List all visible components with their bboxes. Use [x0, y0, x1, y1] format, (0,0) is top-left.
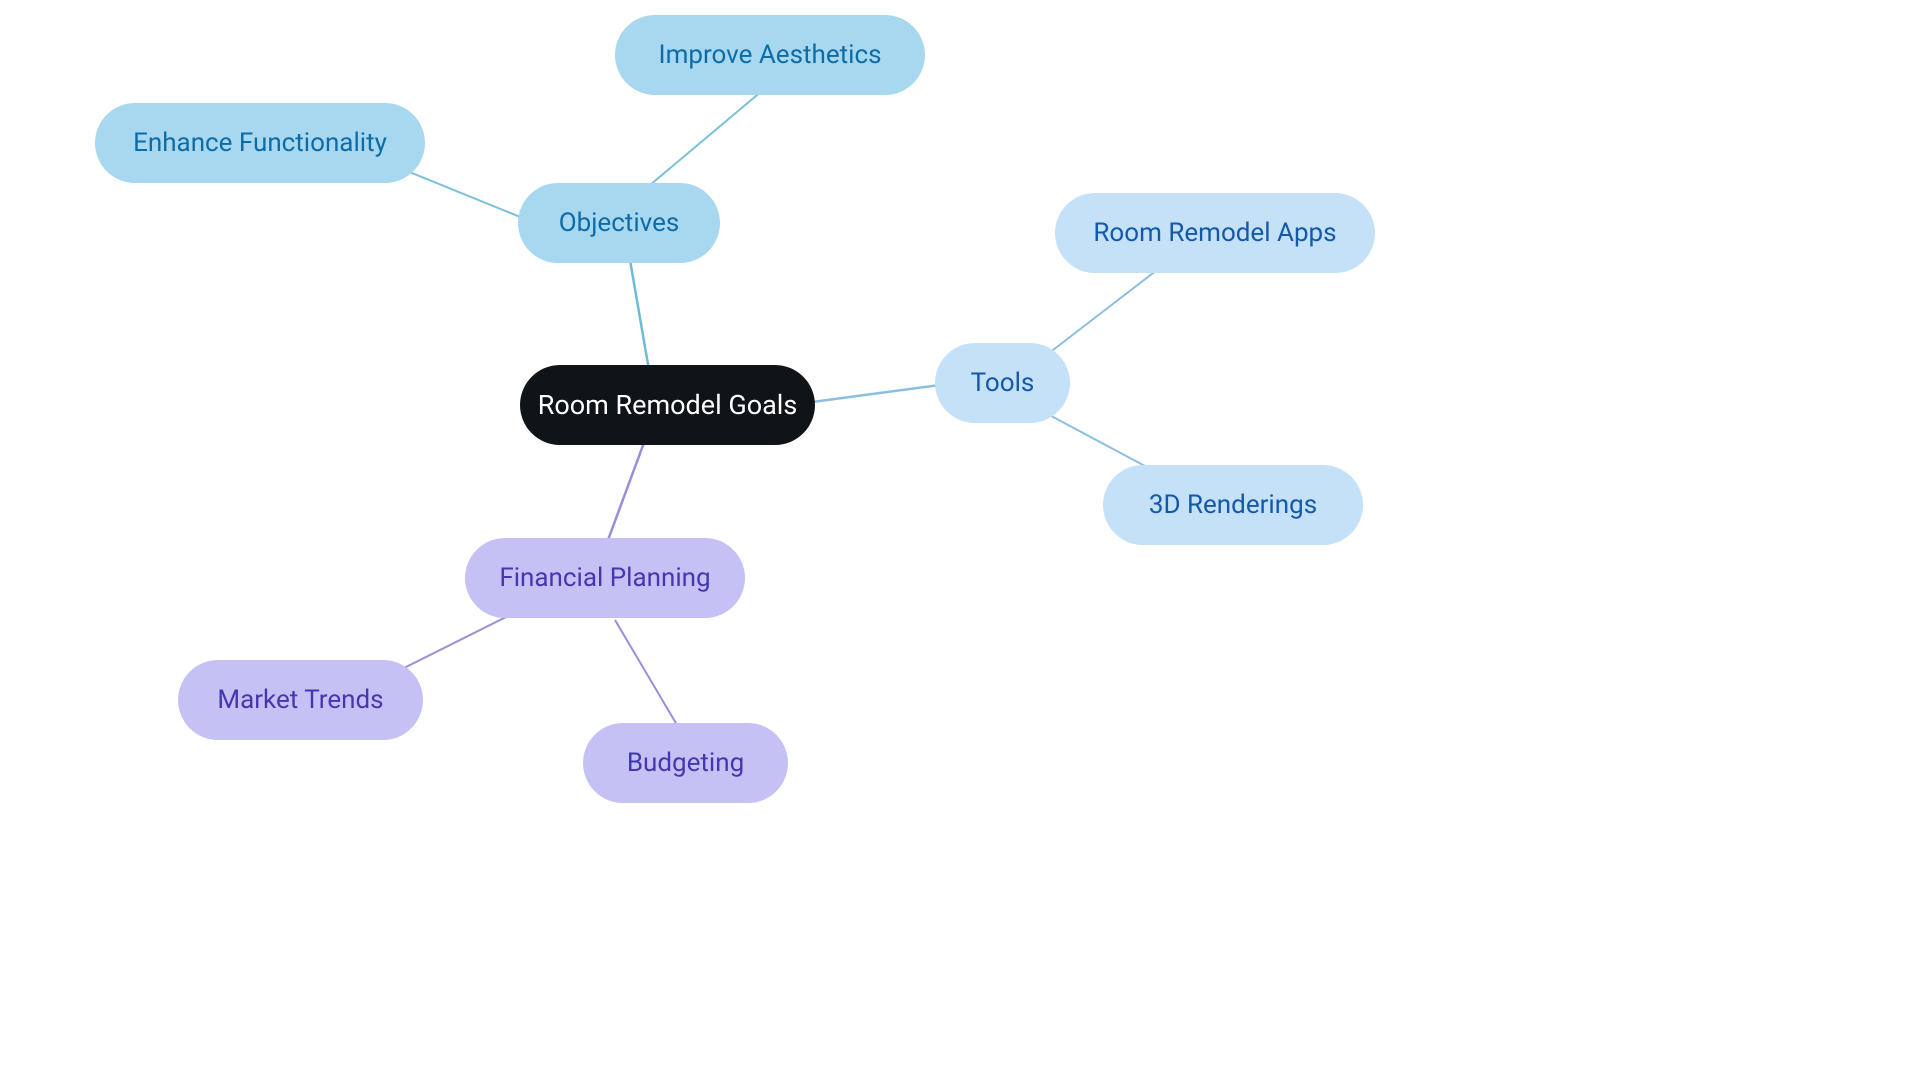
node-tools-label: Tools: [971, 368, 1035, 398]
node-objectives-label: Objectives: [559, 208, 680, 238]
node-enhance-functionality[interactable]: Enhance Functionality: [95, 103, 425, 183]
node-3d-renderings[interactable]: 3D Renderings: [1103, 465, 1363, 545]
node-apps-label: Room Remodel Apps: [1093, 218, 1336, 248]
node-improve-label: Improve Aesthetics: [659, 40, 882, 70]
node-trends-label: Market Trends: [217, 685, 383, 715]
mindmap-canvas: Room Remodel Goals Objectives Enhance Fu…: [0, 0, 1920, 1083]
node-tools[interactable]: Tools: [935, 343, 1070, 423]
node-objectives[interactable]: Objectives: [518, 183, 720, 263]
node-room-remodel-apps[interactable]: Room Remodel Apps: [1055, 193, 1375, 273]
node-improve-aesthetics[interactable]: Improve Aesthetics: [615, 15, 925, 95]
node-budgeting[interactable]: Budgeting: [583, 723, 788, 803]
node-budgeting-label: Budgeting: [627, 748, 744, 778]
node-financial-planning[interactable]: Financial Planning: [465, 538, 745, 618]
root-label: Room Remodel Goals: [538, 389, 798, 421]
node-financial-label: Financial Planning: [499, 563, 710, 593]
root-node[interactable]: Room Remodel Goals: [520, 365, 815, 445]
node-enhance-label: Enhance Functionality: [133, 128, 387, 158]
node-market-trends[interactable]: Market Trends: [178, 660, 423, 740]
node-renderings-label: 3D Renderings: [1149, 490, 1317, 520]
